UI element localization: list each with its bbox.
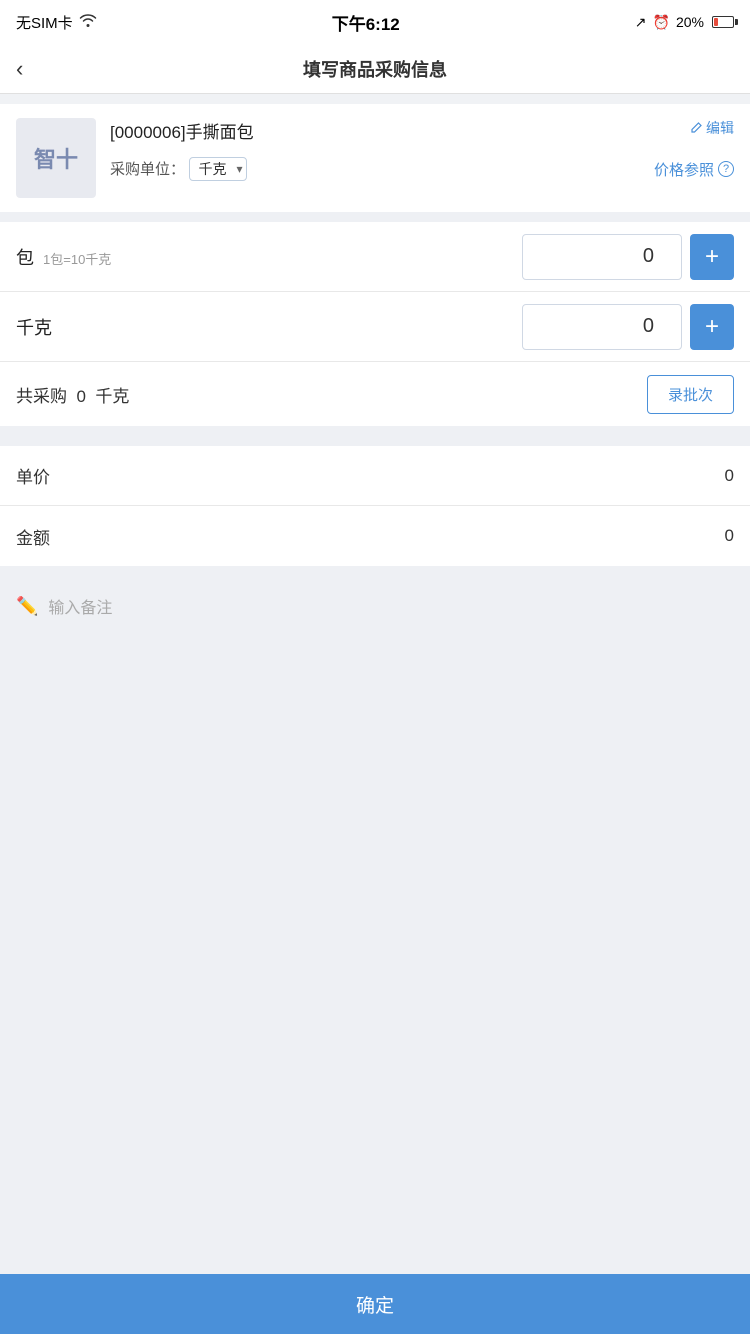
bag-qty-input[interactable]: [522, 234, 682, 280]
info-section: 单价 0 金额 0: [0, 446, 750, 566]
total-amount: 0: [76, 387, 85, 406]
bag-plus-button[interactable]: +: [690, 234, 734, 280]
battery-icon: [712, 16, 734, 28]
product-title-row: [0000006]手撕面包 编辑: [110, 118, 734, 143]
product-image: 智十: [16, 118, 96, 198]
status-left: 无SIM卡: [16, 12, 97, 33]
main-content: 智十 [0000006]手撕面包 编辑 采购单位： 千克: [0, 104, 750, 1284]
divider-band-1: [0, 212, 750, 222]
kg-input-row: 千克 +: [0, 292, 750, 362]
pencil-icon: ✏️: [16, 596, 38, 617]
amount-row: 金额 0: [0, 506, 750, 566]
purchase-unit-row: 采购单位： 千克 价格参照 ?: [110, 157, 734, 181]
wifi-icon: [79, 13, 97, 31]
location-icon: ↗: [635, 14, 647, 31]
unit-select[interactable]: 千克: [189, 157, 247, 181]
unit-price-label: 单价: [16, 463, 50, 488]
divider-band-2: [0, 426, 750, 436]
batch-button[interactable]: 录批次: [647, 375, 734, 414]
status-bar: 无SIM卡 下午6:12 ↗ ⏰ 20%: [0, 0, 750, 44]
total-row: 共采购 0 千克 录批次: [0, 362, 750, 426]
batch-label: 录批次: [668, 387, 713, 404]
kg-qty-wrapper: +: [522, 304, 734, 350]
kg-plus-button[interactable]: +: [690, 304, 734, 350]
price-ref-button[interactable]: 价格参照 ?: [654, 159, 734, 180]
total-text: 共采购 0 千克: [16, 382, 129, 407]
unit-price-row: 单价 0: [0, 446, 750, 506]
nav-title: 填写商品采购信息: [303, 56, 447, 82]
bag-qty-wrapper: +: [522, 234, 734, 280]
confirm-bar[interactable]: 确定: [0, 1274, 750, 1334]
help-icon: ?: [718, 161, 734, 177]
kg-label: 千克: [16, 314, 522, 340]
product-logo-text: 智十: [34, 142, 78, 174]
edit-label: 编辑: [706, 118, 734, 138]
bag-sublabel: 1包=10千克: [43, 252, 111, 267]
total-prefix: 共采购: [16, 387, 67, 406]
product-name: [0000006]手撕面包: [110, 118, 254, 143]
carrier-label: 无SIM卡: [16, 12, 73, 33]
amount-value: 0: [725, 526, 734, 546]
product-card: 智十 [0000006]手撕面包 编辑 采购单位： 千克: [0, 104, 750, 212]
unit-label: 采购单位：: [110, 161, 185, 178]
alarm-icon: ⏰: [653, 14, 670, 31]
bag-label-group: 包 1包=10千克: [16, 244, 522, 270]
total-suffix: 千克: [95, 387, 129, 406]
amount-label: 金额: [16, 524, 50, 549]
unit-select-wrapper[interactable]: 千克: [189, 157, 247, 181]
status-time: 下午6:12: [332, 10, 400, 35]
confirm-text: 确定: [356, 1291, 394, 1318]
unit-label-group: 采购单位： 千克: [110, 157, 247, 181]
price-ref-label: 价格参照: [654, 159, 714, 180]
back-button[interactable]: ‹: [16, 56, 23, 82]
nav-bar: ‹ 填写商品采购信息: [0, 44, 750, 94]
kg-qty-input[interactable]: [522, 304, 682, 350]
edit-button[interactable]: 编辑: [689, 118, 734, 138]
note-section[interactable]: ✏️ 输入备注: [0, 576, 750, 636]
status-right: ↗ ⏰ 20%: [635, 14, 734, 31]
note-placeholder: 输入备注: [48, 594, 112, 618]
battery-percent: 20%: [676, 14, 704, 30]
unit-price-value: 0: [725, 466, 734, 486]
bag-label: 包: [16, 248, 34, 268]
bag-input-row: 包 1包=10千克 +: [0, 222, 750, 292]
product-info: [0000006]手撕面包 编辑 采购单位： 千克: [110, 118, 734, 181]
empty-space: [0, 636, 750, 916]
